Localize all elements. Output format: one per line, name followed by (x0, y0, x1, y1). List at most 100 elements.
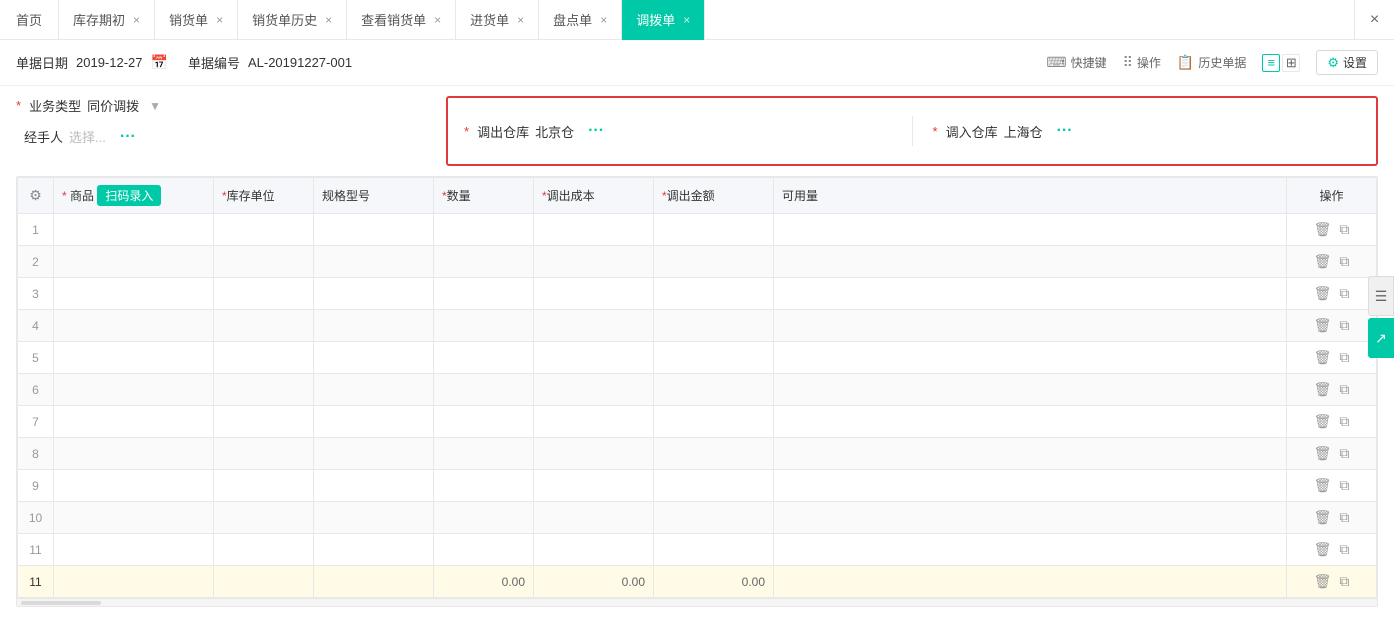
row-product[interactable] (54, 310, 214, 342)
row-delete-icon[interactable]: 🗑 (1314, 253, 1332, 270)
biz-type-value[interactable]: 同价调拨 (87, 96, 139, 115)
row-amount[interactable] (654, 310, 774, 342)
row-copy-icon[interactable]: ⧉ (1339, 509, 1349, 526)
shortcut-btn[interactable]: ⌨ 快捷键 (1046, 54, 1106, 71)
handler-more-icon[interactable]: ··· (120, 128, 136, 146)
row-qty[interactable] (434, 246, 534, 278)
out-warehouse-more-icon[interactable]: ··· (588, 122, 604, 140)
row-qty[interactable] (434, 214, 534, 246)
row-product[interactable] (54, 246, 214, 278)
in-warehouse-value[interactable]: 上海仓 (1004, 122, 1043, 141)
row-qty[interactable] (434, 374, 534, 406)
row-cost[interactable] (534, 406, 654, 438)
row-amount[interactable] (654, 470, 774, 502)
operation-btn[interactable]: ⠿ 操作 (1123, 54, 1161, 71)
row-product[interactable] (54, 374, 214, 406)
subtotal-delete-icon[interactable]: 🗑 (1314, 573, 1332, 590)
row-qty[interactable] (434, 502, 534, 534)
row-cost[interactable] (534, 342, 654, 374)
row-qty[interactable] (434, 310, 534, 342)
row-copy-icon[interactable]: ⧉ (1339, 317, 1349, 334)
tab-inventory-init[interactable]: 库存期初 × (59, 0, 155, 40)
tab-purchase-order[interactable]: 进货单 × (456, 0, 539, 40)
row-cost[interactable] (534, 310, 654, 342)
row-copy-icon[interactable]: ⧉ (1339, 221, 1349, 238)
side-expand-btn[interactable]: ↗ (1368, 318, 1394, 358)
row-amount[interactable] (654, 534, 774, 566)
row-product[interactable] (54, 342, 214, 374)
row-delete-icon[interactable]: 🗑 (1314, 285, 1332, 302)
row-amount[interactable] (654, 406, 774, 438)
side-list-btn[interactable]: ☰ (1368, 276, 1394, 316)
tab-sales-history[interactable]: 销货单历史 × (238, 0, 347, 40)
tab-view-sales[interactable]: 查看销货单 × (347, 0, 456, 40)
layout-list-icon[interactable]: ≡ (1262, 54, 1280, 72)
history-btn[interactable]: 📋 历史单据 (1177, 54, 1246, 71)
row-delete-icon[interactable]: 🗑 (1314, 349, 1332, 366)
row-delete-icon[interactable]: 🗑 (1314, 317, 1332, 334)
row-copy-icon[interactable]: ⧉ (1339, 381, 1349, 398)
row-delete-icon[interactable]: 🗑 (1314, 445, 1332, 462)
row-cost[interactable] (534, 534, 654, 566)
row-amount[interactable] (654, 502, 774, 534)
close-purchase-order[interactable]: × (517, 13, 524, 27)
scrollbar[interactable] (17, 598, 1377, 606)
close-inventory-init[interactable]: × (133, 13, 140, 27)
row-copy-icon[interactable]: ⧉ (1339, 349, 1349, 366)
row-product[interactable] (54, 438, 214, 470)
row-delete-icon[interactable]: 🗑 (1314, 381, 1332, 398)
close-sales-history[interactable]: × (325, 13, 332, 27)
tab-sales-order[interactable]: 销货单 × (155, 0, 238, 40)
row-product[interactable] (54, 470, 214, 502)
row-copy-icon[interactable]: ⧉ (1339, 445, 1349, 462)
row-amount[interactable] (654, 438, 774, 470)
row-delete-icon[interactable]: 🗑 (1314, 477, 1332, 494)
row-copy-icon[interactable]: ⧉ (1339, 253, 1349, 270)
close-view-sales[interactable]: × (434, 13, 441, 27)
row-amount[interactable] (654, 214, 774, 246)
row-qty[interactable] (434, 278, 534, 310)
row-copy-icon[interactable]: ⧉ (1339, 413, 1349, 430)
row-product[interactable] (54, 502, 214, 534)
row-delete-icon[interactable]: 🗑 (1314, 541, 1332, 558)
row-delete-icon[interactable]: 🗑 (1314, 221, 1332, 238)
scrollbar-thumb[interactable] (21, 601, 101, 605)
row-cost[interactable] (534, 278, 654, 310)
tab-home[interactable]: 首页 (0, 0, 59, 40)
row-copy-icon[interactable]: ⧉ (1339, 285, 1349, 302)
in-warehouse-more-icon[interactable]: ··· (1057, 122, 1073, 140)
row-cost[interactable] (534, 438, 654, 470)
handler-select[interactable]: 选择... (69, 127, 106, 146)
window-close-button[interactable]: × (1354, 0, 1394, 40)
calendar-icon[interactable]: 📅 (151, 54, 168, 71)
subtotal-copy-icon[interactable]: ⧉ (1339, 573, 1349, 590)
tab-inventory-check[interactable]: 盘点单 × (539, 0, 622, 40)
tab-transfer-order[interactable]: 调拨单 × (622, 0, 705, 40)
row-qty[interactable] (434, 534, 534, 566)
col-settings-icon[interactable]: ⚙ (18, 178, 54, 214)
row-cost[interactable] (534, 246, 654, 278)
row-qty[interactable] (434, 470, 534, 502)
row-cost[interactable] (534, 502, 654, 534)
row-product[interactable] (54, 406, 214, 438)
row-cost[interactable] (534, 470, 654, 502)
row-copy-icon[interactable]: ⧉ (1339, 541, 1349, 558)
scan-entry-button[interactable]: 扫码录入 (97, 185, 161, 206)
row-cost[interactable] (534, 374, 654, 406)
row-qty[interactable] (434, 438, 534, 470)
row-product[interactable] (54, 534, 214, 566)
row-product[interactable] (54, 214, 214, 246)
layout-grid-icon[interactable]: ⊞ (1282, 54, 1300, 72)
row-cost[interactable] (534, 214, 654, 246)
row-amount[interactable] (654, 374, 774, 406)
row-delete-icon[interactable]: 🗑 (1314, 509, 1332, 526)
row-delete-icon[interactable]: 🗑 (1314, 413, 1332, 430)
row-qty[interactable] (434, 406, 534, 438)
close-inventory-check[interactable]: × (600, 13, 607, 27)
close-transfer-order[interactable]: × (683, 13, 690, 27)
row-amount[interactable] (654, 278, 774, 310)
row-copy-icon[interactable]: ⧉ (1339, 477, 1349, 494)
out-warehouse-value[interactable]: 北京仓 (535, 122, 574, 141)
row-product[interactable] (54, 278, 214, 310)
row-amount[interactable] (654, 246, 774, 278)
